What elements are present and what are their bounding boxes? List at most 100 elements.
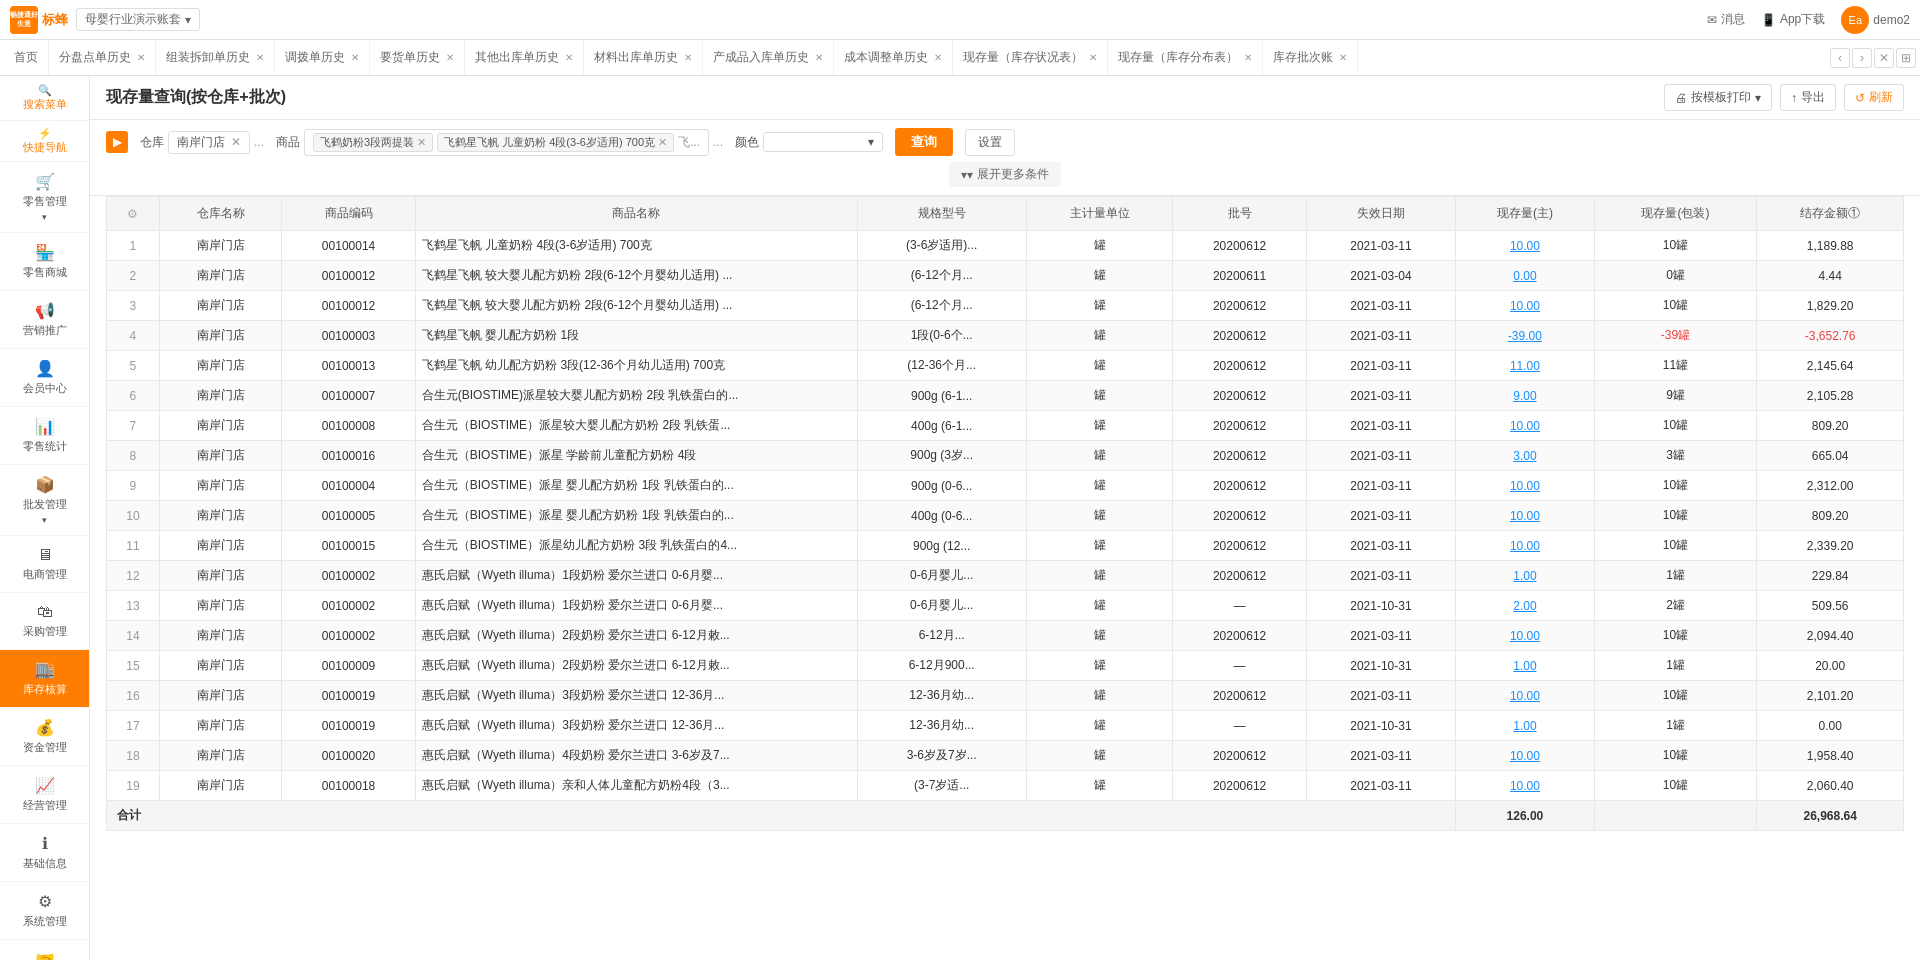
tab-material-out[interactable]: 材料出库单历史 ✕ (584, 40, 703, 76)
warehouse-label: 仓库 (140, 134, 164, 151)
cell-qty-main[interactable]: 2.00 (1456, 591, 1595, 621)
close-icon[interactable]: ✕ (1244, 52, 1252, 63)
cell-qty-main[interactable]: 10.00 (1456, 771, 1595, 801)
expand-more-btn[interactable]: ▾▾ 展开更多条件 (949, 162, 1061, 187)
cell-qty-main[interactable]: 10.00 (1456, 411, 1595, 441)
remove-warehouse-icon[interactable]: ✕ (231, 135, 241, 149)
sidebar-item-basic-info[interactable]: ℹ 基础信息 (0, 824, 89, 882)
cell-qty-main[interactable]: 10.00 (1456, 621, 1595, 651)
tab-next-arrow[interactable]: › (1852, 48, 1872, 68)
print-btn[interactable]: 🖨 按模板打印 ▾ (1664, 84, 1772, 111)
close-icon[interactable]: ✕ (256, 52, 264, 63)
sidebar-item-batch-mgmt[interactable]: 📦 批发管理 ▾ (0, 465, 89, 536)
warehouse-tag[interactable]: 南岸门店 ✕ (168, 131, 250, 154)
remove-chip-icon[interactable]: ✕ (417, 136, 426, 149)
refresh-btn[interactable]: ↺ 刷新 (1844, 84, 1904, 111)
account-dropdown[interactable]: 母婴行业演示账套 ▾ (76, 8, 200, 31)
cell-qty-main[interactable]: 10.00 (1456, 501, 1595, 531)
th-gear[interactable]: ⚙ (107, 197, 160, 231)
color-input[interactable]: ▾ (763, 132, 883, 152)
sidebar-item-marketing[interactable]: 📢 营销推广 (0, 291, 89, 349)
close-icon[interactable]: ✕ (565, 52, 573, 63)
tab-fen-pan[interactable]: 分盘点单历史 ✕ (49, 40, 156, 76)
product-chip-1[interactable]: 飞鹤奶粉3段两提装 ✕ (313, 133, 433, 152)
tab-yao-huo[interactable]: 要货单历史 ✕ (370, 40, 465, 76)
app-download-btn[interactable]: 📱 App下载 (1761, 11, 1825, 28)
sidebar-item-sys-mgmt[interactable]: ⚙ 系统管理 (0, 882, 89, 940)
sidebar-item-enterprise[interactable]: 🤝 企业协同 (0, 940, 89, 960)
cell-qty-main[interactable]: 10.00 (1456, 291, 1595, 321)
cell-qty-main[interactable]: 1.00 (1456, 561, 1595, 591)
th-amount: 结存金额① (1757, 197, 1904, 231)
cell-qty-main[interactable]: 10.00 (1456, 531, 1595, 561)
export-btn[interactable]: ↑ 导出 (1780, 84, 1836, 111)
product-chip-2[interactable]: 飞鹤星飞帆 儿童奶粉 4段(3-6岁适用) 700克 ✕ (437, 133, 674, 152)
total-amount: 26,968.64 (1757, 801, 1904, 831)
tab-stock-dist[interactable]: 现存量（库存分布表） ✕ (1108, 40, 1263, 76)
cell-qty-pack: 10罐 (1594, 531, 1757, 561)
close-icon[interactable]: ✕ (684, 52, 692, 63)
tab-batch-ledger[interactable]: 库存批次账 ✕ (1263, 40, 1358, 76)
sidebar-item-retail-mgmt[interactable]: 🛒 零售管理 ▾ (0, 162, 89, 233)
tab-home[interactable]: 首页 (4, 40, 49, 76)
close-icon[interactable]: ✕ (446, 52, 454, 63)
cell-qty-main[interactable]: 10.00 (1456, 681, 1595, 711)
close-icon[interactable]: ✕ (1089, 52, 1097, 63)
cell-qty-main[interactable]: 1.00 (1456, 711, 1595, 741)
cell-expire: 2021-03-11 (1306, 351, 1455, 381)
close-icon[interactable]: ✕ (934, 52, 942, 63)
tab-prev-arrow[interactable]: ‹ (1830, 48, 1850, 68)
close-icon[interactable]: ✕ (1339, 52, 1347, 63)
cell-qty-main[interactable]: 1.00 (1456, 651, 1595, 681)
tab-close-icon[interactable]: ✕ (1874, 48, 1894, 68)
product-more-btn[interactable]: 飞... (678, 134, 700, 151)
cell-qty-main[interactable]: 9.00 (1456, 381, 1595, 411)
sidebar-item-ecommerce[interactable]: 🖥 电商管理 (0, 536, 89, 593)
chevron-right-icon: ▾ (42, 212, 47, 222)
chip-label: 飞鹤星飞帆 儿童奶粉 4段(3-6岁适用) 700克 (444, 135, 655, 150)
product-ellipsis-btn[interactable]: ... (713, 135, 723, 149)
tab-stock-status[interactable]: 现存量（库存状况表） ✕ (953, 40, 1108, 76)
cell-qty-main[interactable]: 3.00 (1456, 441, 1595, 471)
tab-expand-icon[interactable]: ⊞ (1896, 48, 1916, 68)
setting-btn[interactable]: 设置 (965, 129, 1015, 156)
tab-other-out[interactable]: 其他出库单历史 ✕ (465, 40, 584, 76)
close-icon[interactable]: ✕ (815, 52, 823, 63)
cell-name: 惠氏启赋（Wyeth illuma）1段奶粉 爱尔兰进口 0-6月婴... (415, 561, 857, 591)
table-row: 5 南岸门店 00100013 飞鹤星飞帆 幼儿配方奶粉 3段(12-36个月幼… (107, 351, 1904, 381)
close-icon[interactable]: ✕ (351, 52, 359, 63)
cell-qty-main[interactable]: 11.00 (1456, 351, 1595, 381)
message-btn[interactable]: ✉ 消息 (1707, 11, 1745, 28)
sidebar-item-retail-stat[interactable]: 📊 零售统计 (0, 407, 89, 465)
sidebar-item-retail-shop[interactable]: 🏪 零售商城 (0, 233, 89, 291)
sidebar-item-purchase[interactable]: 🛍 采购管理 (0, 593, 89, 650)
cell-amount: 809.20 (1757, 411, 1904, 441)
search-btn[interactable]: 查询 (895, 128, 953, 156)
cell-name: 惠氏启赋（Wyeth illuma）3段奶粉 爱尔兰进口 12-36月... (415, 711, 857, 741)
cell-qty-main[interactable]: 0.00 (1456, 261, 1595, 291)
cell-qty-main[interactable]: 10.00 (1456, 231, 1595, 261)
cell-qty-main[interactable]: -39.00 (1456, 321, 1595, 351)
cell-expire: 2021-03-04 (1306, 261, 1455, 291)
tab-cost-adjust[interactable]: 成本调整单历史 ✕ (834, 40, 953, 76)
user-profile-btn[interactable]: Ea demo2 (1841, 6, 1910, 34)
cell-qty-main[interactable]: 10.00 (1456, 741, 1595, 771)
column-settings-icon[interactable]: ⚙ (127, 207, 138, 221)
sidebar-search[interactable]: 🔍 搜索菜单 (0, 76, 89, 121)
cell-amount: 2,094.40 (1757, 621, 1904, 651)
close-icon[interactable]: ✕ (137, 52, 145, 63)
cell-qty-main[interactable]: 10.00 (1456, 471, 1595, 501)
warehouse-more-btn[interactable]: ... (254, 135, 264, 149)
tab-tiao-bo[interactable]: 调拨单历史 ✕ (275, 40, 370, 76)
sidebar-item-warehouse[interactable]: 🏬 库存核算 (0, 650, 89, 708)
sidebar-item-finance[interactable]: 💰 资金管理 (0, 708, 89, 766)
filter-toggle-btn[interactable]: ▶ (106, 131, 128, 153)
sidebar-quick-nav[interactable]: ⚡ 快捷导航 (0, 121, 89, 162)
tab-product-in[interactable]: 产成品入库单历史 ✕ (703, 40, 834, 76)
sidebar-item-operations[interactable]: 📈 经营管理 (0, 766, 89, 824)
product-input-area[interactable]: 飞鹤奶粉3段两提装 ✕ 飞鹤星飞帆 儿童奶粉 4段(3-6岁适用) 700克 ✕… (304, 129, 709, 156)
sidebar-item-member[interactable]: 👤 会员中心 (0, 349, 89, 407)
tab-zu-chai[interactable]: 组装拆卸单历史 ✕ (156, 40, 275, 76)
remove-chip-icon[interactable]: ✕ (658, 136, 667, 149)
cell-code: 00100013 (282, 351, 415, 381)
